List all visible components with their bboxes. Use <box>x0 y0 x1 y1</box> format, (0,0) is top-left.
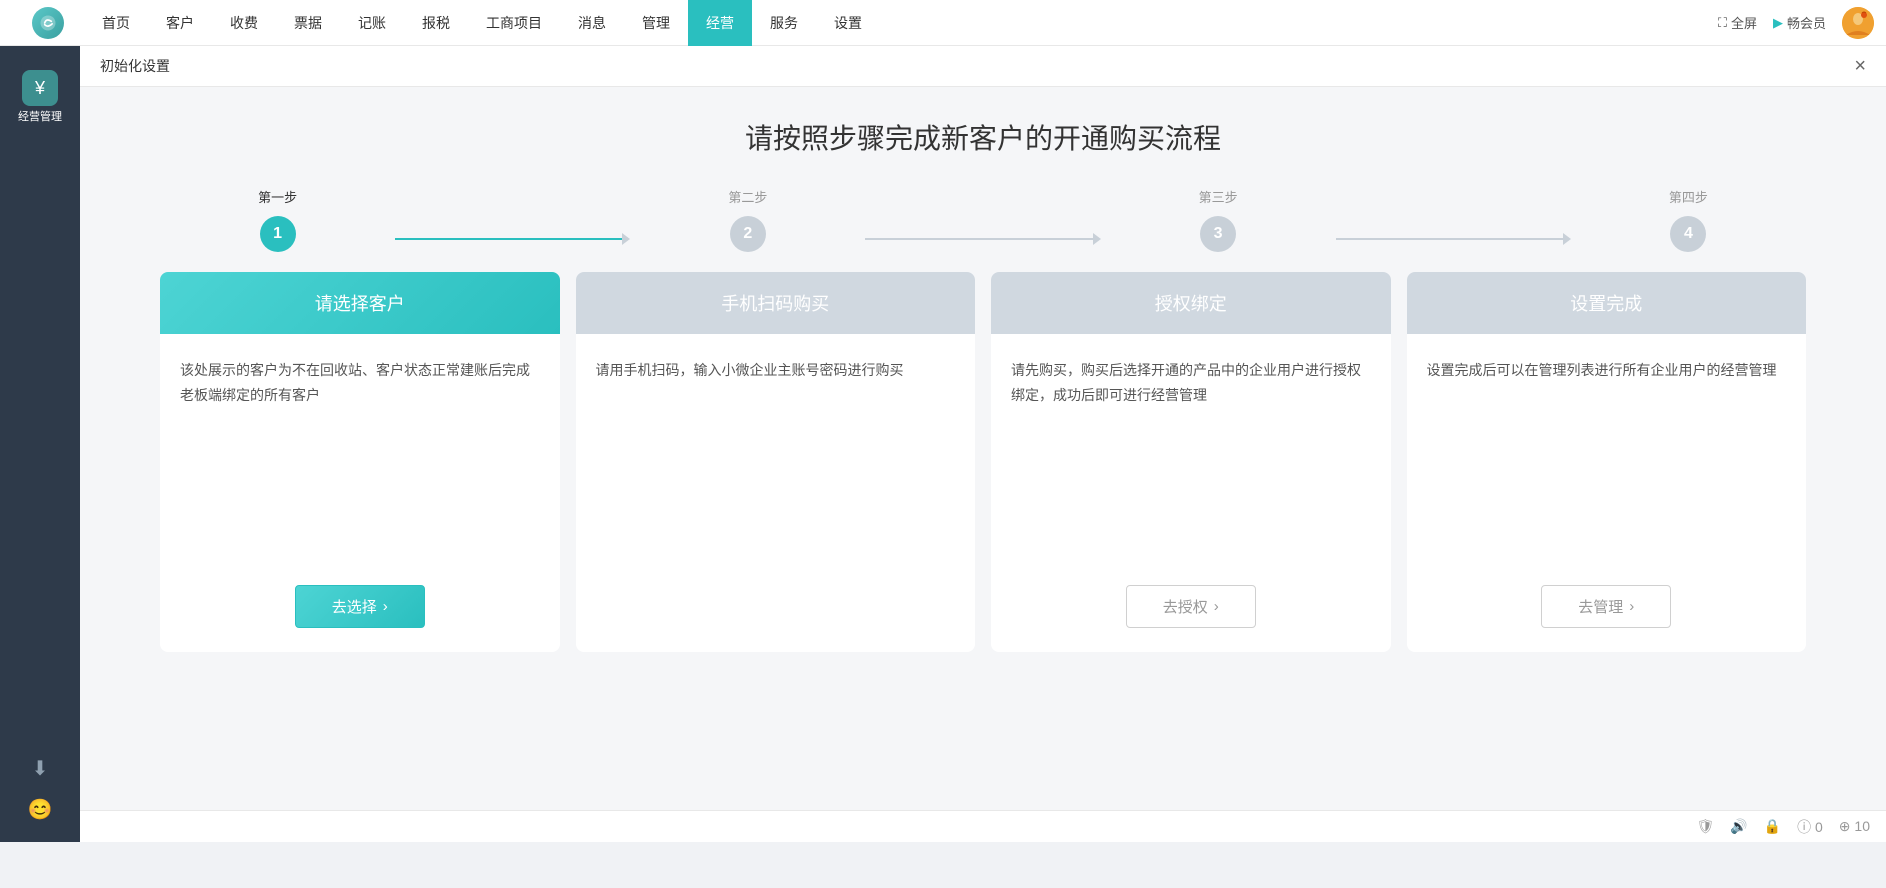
nav-message[interactable]: 消息 <box>560 0 624 46</box>
nav-business[interactable]: 工商项目 <box>468 0 560 46</box>
nav-charge[interactable]: 收费 <box>212 0 276 46</box>
page-header: 初始化设置 × <box>80 46 1886 87</box>
nav-home[interactable]: 首页 <box>84 0 148 46</box>
info-status: ⓘ 0 <box>1797 817 1823 837</box>
sidebar-label: 经营管理 <box>18 110 62 124</box>
card-4-title: 设置完成 <box>1570 294 1642 314</box>
nav-service[interactable]: 服务 <box>752 0 816 46</box>
download-icon[interactable]: ⬇ <box>32 756 49 781</box>
sidebar-bottom: ⬇ 😊 <box>28 756 53 842</box>
go-select-button[interactable]: 去选择 › <box>295 585 425 628</box>
member-label: 畅会员 <box>1787 13 1826 32</box>
cards-row: 请选择客户 该处展示的客户为不在回收站、客户状态正常建账后完成老板端绑定的所有客… <box>120 272 1846 652</box>
steps-bar: 第一步 1 第二步 2 <box>120 187 1846 252</box>
go-manage-arrow: › <box>1629 598 1634 615</box>
step-3-label: 第三步 <box>1199 187 1238 206</box>
line-1 <box>395 238 622 240</box>
go-select-arrow: › <box>383 598 388 615</box>
step-4-col: 第四步 4 <box>1571 187 1806 252</box>
go-auth-button[interactable]: 去授权 › <box>1126 585 1256 628</box>
card-3-title: 授权绑定 <box>1155 294 1227 314</box>
step-3-col: 第三步 3 <box>1101 187 1336 252</box>
card-2-body: 请用手机扫码，输入小微企业主账号密码进行购买 <box>576 334 976 628</box>
card-1-footer: 去选择 › <box>160 585 560 652</box>
card-4-header: 设置完成 <box>1407 272 1807 334</box>
lock-status-icon: 🔒 <box>1764 818 1781 835</box>
line-3 <box>1336 238 1563 240</box>
nav-customer[interactable]: 客户 <box>148 0 212 46</box>
go-select-label: 去选择 <box>332 596 377 617</box>
status-bar-right: 🛡 🔊 🔒 ⓘ 0 ⊕ 10 <box>1696 817 1870 837</box>
step-2-label: 第二步 <box>728 187 767 206</box>
step-1-col: 第一步 1 <box>160 187 395 252</box>
step-4-circle: 4 <box>1670 216 1706 252</box>
card-2-header: 手机扫码购买 <box>576 272 976 334</box>
step-2-circle: 2 <box>730 216 766 252</box>
card-2-title: 手机扫码购买 <box>721 294 829 314</box>
card-step2: 手机扫码购买 请用手机扫码，输入小微企业主账号密码进行购买 <box>576 272 976 652</box>
close-button[interactable]: × <box>1854 56 1866 76</box>
nav-tax[interactable]: 报税 <box>404 0 468 46</box>
go-auth-arrow: › <box>1214 598 1219 615</box>
nav-manage[interactable]: 管理 <box>624 0 688 46</box>
sidebar-item-operation[interactable]: ¥ 经营管理 <box>0 62 80 132</box>
nav-items: 首页 客户 收费 票据 记账 报税 工商项目 消息 管理 经营 服务 设置 <box>84 0 1718 46</box>
connector-1-2 <box>395 233 630 245</box>
nav-right: ⛶ 全屏 ▶ 畅会员 <box>1718 7 1874 39</box>
wizard-area: 请按照步骤完成新客户的开通购买流程 第一步 1 第二步 2 <box>80 87 1886 810</box>
nav-operation[interactable]: 经营 <box>688 0 752 46</box>
volume-status-icon: 🔊 <box>1730 818 1747 835</box>
wizard-title: 请按照步骤完成新客户的开通购买流程 <box>120 117 1846 157</box>
nav-settings[interactable]: 设置 <box>816 0 880 46</box>
fullscreen-icon: ⛶ <box>1718 15 1727 31</box>
nav-invoice[interactable]: 票据 <box>276 0 340 46</box>
step-3-circle: 3 <box>1200 216 1236 252</box>
card-2-footer <box>576 628 976 652</box>
clock-status-icon: ⊕ 10 <box>1839 818 1870 835</box>
card-1-body: 该处展示的客户为不在回收站、客户状态正常建账后完成老板端绑定的所有客户 <box>160 334 560 585</box>
card-4-body: 设置完成后可以在管理列表进行所有企业用户的经营管理 <box>1407 334 1807 585</box>
arrow-1 <box>622 233 630 245</box>
connector-2-3 <box>865 233 1100 245</box>
card-1-title: 请选择客户 <box>315 294 405 314</box>
card-4-footer: 去管理 › <box>1407 585 1807 652</box>
card-step3: 授权绑定 请先购买，购买后选择开通的产品中的企业用户进行授权绑定，成功后即可进行… <box>991 272 1391 652</box>
play-icon: ▶ <box>1773 15 1783 31</box>
shield-status-icon: 🛡 <box>1696 818 1714 835</box>
fullscreen-btn[interactable]: ⛶ 全屏 <box>1718 13 1757 32</box>
step-1-label: 第一步 <box>258 187 297 206</box>
line-2 <box>865 238 1092 240</box>
avatar[interactable] <box>1842 7 1874 39</box>
main-content: 初始化设置 × 请按照步骤完成新客户的开通购买流程 第一步 1 第二步 <box>80 46 1886 810</box>
card-3-body: 请先购买，购买后选择开通的产品中的企业用户进行授权绑定，成功后即可进行经营管理 <box>991 334 1391 585</box>
status-bar: ▶ 完成 🛡 🔊 🔒 ⓘ 0 ⊕ 10 <box>0 810 1886 842</box>
help-icon[interactable]: 😊 <box>28 797 53 822</box>
operation-icon: ¥ <box>22 70 58 106</box>
go-manage-label: 去管理 <box>1578 596 1623 617</box>
fullscreen-label: 全屏 <box>1731 13 1757 32</box>
connector-3-4 <box>1336 233 1571 245</box>
arrow-2 <box>1093 233 1101 245</box>
step-1-circle: 1 <box>260 216 296 252</box>
logo-icon <box>32 7 64 39</box>
nav-accounting[interactable]: 记账 <box>340 0 404 46</box>
card-step1: 请选择客户 该处展示的客户为不在回收站、客户状态正常建账后完成老板端绑定的所有客… <box>160 272 560 652</box>
step-2-col: 第二步 2 <box>630 187 865 252</box>
card-3-footer: 去授权 › <box>991 585 1391 652</box>
member-btn[interactable]: ▶ 畅会员 <box>1773 13 1826 32</box>
page-title: 初始化设置 <box>100 56 170 76</box>
card-3-header: 授权绑定 <box>991 272 1391 334</box>
go-manage-button[interactable]: 去管理 › <box>1541 585 1671 628</box>
go-auth-label: 去授权 <box>1163 596 1208 617</box>
top-nav: 首页 客户 收费 票据 记账 报税 工商项目 消息 管理 经营 服务 设置 ⛶ … <box>0 0 1886 46</box>
step-4-label: 第四步 <box>1669 187 1708 206</box>
sidebar: ¥ 经营管理 ⬇ 😊 <box>0 46 80 842</box>
card-step4: 设置完成 设置完成后可以在管理列表进行所有企业用户的经营管理 去管理 › <box>1407 272 1807 652</box>
card-1-header: 请选择客户 <box>160 272 560 334</box>
logo <box>12 7 84 39</box>
arrow-3 <box>1563 233 1571 245</box>
